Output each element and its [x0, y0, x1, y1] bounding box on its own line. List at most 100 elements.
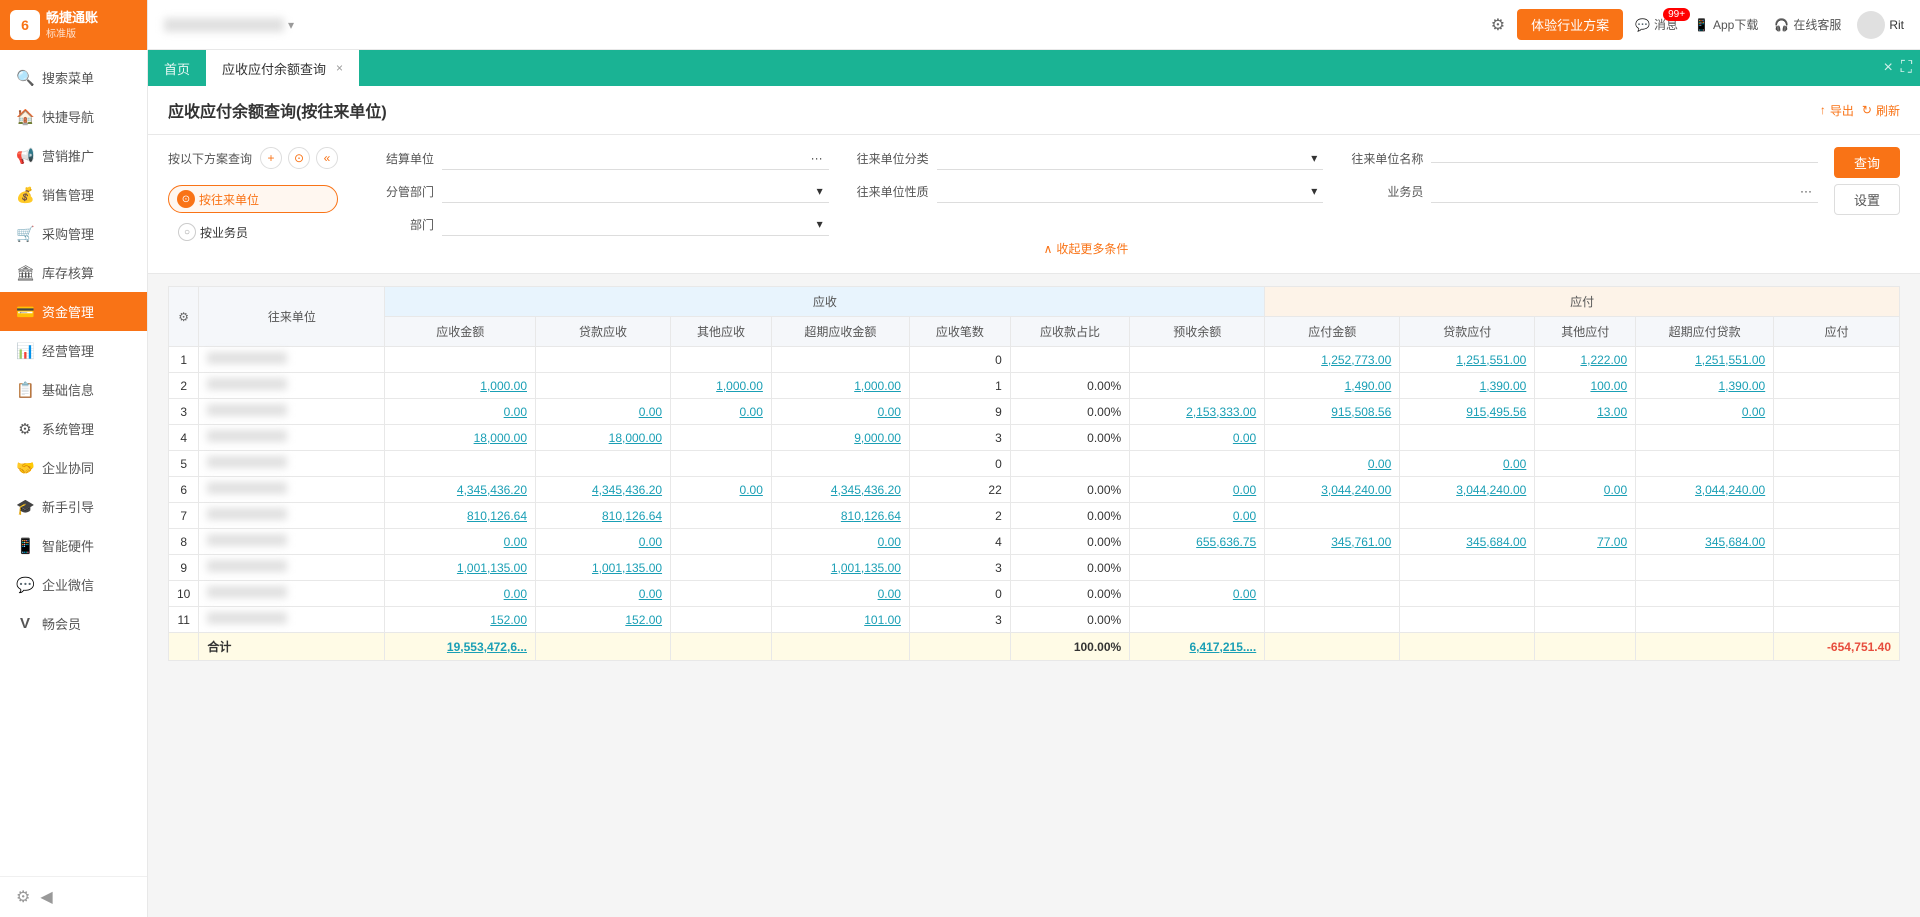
- sidebar-item-search[interactable]: 🔍 搜索菜单: [0, 58, 147, 97]
- sidebar-item-weixin[interactable]: 💬 企业微信: [0, 565, 147, 604]
- cell-yingshou_chaoqi[interactable]: 0.00: [771, 581, 909, 607]
- sidebar-item-capital[interactable]: 💳 资金管理: [0, 292, 147, 331]
- sidebar-item-marketing[interactable]: 📢 营销推广: [0, 136, 147, 175]
- online-service-button[interactable]: 🎧 在线客服: [1774, 16, 1841, 33]
- cell-yushou_yue[interactable]: 655,636.75: [1130, 529, 1265, 555]
- cell-yingshou_chaoqi[interactable]: 810,126.64: [771, 503, 909, 529]
- cell-yingshou_chaoqi[interactable]: 9,000.00: [771, 425, 909, 451]
- tab-current[interactable]: 应收应付余额查询 ×: [206, 50, 359, 86]
- gear-icon[interactable]: ⚙: [1491, 15, 1505, 35]
- sidebar-item-quicknav[interactable]: 🏠 快捷导航: [0, 97, 147, 136]
- cell-yingfu_qita[interactable]: 100.00: [1535, 373, 1636, 399]
- cell-yingshou_daikuan[interactable]: 0.00: [536, 581, 671, 607]
- cell-yingfu_daikuan[interactable]: 345,684.00: [1400, 529, 1535, 555]
- cell-yingfu_daikuan[interactable]: 0.00: [1400, 451, 1535, 477]
- sidebar-item-system[interactable]: ⚙ 系统管理: [0, 409, 147, 448]
- cell-yingfu_je[interactable]: 1,490.00: [1265, 373, 1400, 399]
- cell-yingshou_daikuan[interactable]: 4,345,436.20: [536, 477, 671, 503]
- cell-yingfu_daikuan[interactable]: 1,251,551.00: [1400, 347, 1535, 373]
- cell-yingfu_daikuan[interactable]: 915,495.56: [1400, 399, 1535, 425]
- cell-yingfu_je[interactable]: 915,508.56: [1265, 399, 1400, 425]
- cell-yingshou_chaoqi[interactable]: 0.00: [771, 529, 909, 555]
- breadcrumb-dropdown-icon[interactable]: ▾: [288, 18, 294, 32]
- cell-yingshou_chaoqi[interactable]: 1,000.00: [771, 373, 909, 399]
- filter-option-wanglai[interactable]: ⊙ 按往来单位: [168, 185, 338, 213]
- sidebar-item-sales[interactable]: 💰 销售管理: [0, 175, 147, 214]
- cell-yingshou_je[interactable]: 4,345,436.20: [385, 477, 536, 503]
- cell-yingfu_je[interactable]: 1,252,773.00: [1265, 347, 1400, 373]
- message-button[interactable]: 💬 消息 99+: [1635, 16, 1678, 33]
- cell-yingfu_je[interactable]: 345,761.00: [1265, 529, 1400, 555]
- tab-home[interactable]: 首页: [148, 50, 206, 86]
- cell-yingshou_je[interactable]: 18,000.00: [385, 425, 536, 451]
- cell-yingshou_qita[interactable]: 1,000.00: [671, 373, 772, 399]
- cell-yingfu_chaoqi[interactable]: 1,390.00: [1636, 373, 1774, 399]
- sidebar-item-vip[interactable]: V 畅会员: [0, 604, 147, 643]
- window-max-icon[interactable]: ⛶: [1901, 59, 1912, 77]
- cell-yushou_yue[interactable]: 0.00: [1130, 581, 1265, 607]
- cell-yingfu_qita[interactable]: 0.00: [1535, 477, 1636, 503]
- cell-yingfu_chaoqi[interactable]: 0.00: [1636, 399, 1774, 425]
- cell-yingfu_qita[interactable]: 77.00: [1535, 529, 1636, 555]
- sidebar-collapse-icon[interactable]: ◀: [40, 887, 52, 907]
- cell-yushou_yue[interactable]: 0.00: [1130, 477, 1265, 503]
- fenguan-input[interactable]: ▾: [442, 180, 829, 203]
- cell-yingshou_je[interactable]: 0.00: [385, 581, 536, 607]
- cell-yingshou_chaoqi[interactable]: 101.00: [771, 607, 909, 633]
- solution-button[interactable]: 体验行业方案: [1517, 9, 1623, 40]
- th-gear[interactable]: ⚙: [169, 287, 199, 347]
- scheme-settings-button[interactable]: ⊙: [288, 147, 310, 169]
- sidebar-item-guide[interactable]: 🎓 新手引导: [0, 487, 147, 526]
- sidebar-settings-icon[interactable]: ⚙: [16, 887, 30, 907]
- sidebar-item-collab[interactable]: 🤝 企业协同: [0, 448, 147, 487]
- refresh-button[interactable]: ↻ 刷新: [1862, 102, 1900, 119]
- add-scheme-button[interactable]: +: [260, 147, 282, 169]
- jiesuan-input[interactable]: ···: [442, 147, 829, 170]
- cell-yingfu_chaoqi[interactable]: 345,684.00: [1636, 529, 1774, 555]
- table-gear-icon[interactable]: ⚙: [178, 310, 189, 324]
- cell-yingshou_daikuan[interactable]: 1,001,135.00: [536, 555, 671, 581]
- wanglai-type-input[interactable]: ▾: [937, 147, 1324, 170]
- window-close-icon[interactable]: ×: [1883, 59, 1892, 77]
- cell-yingfu_chaoqi[interactable]: 1,251,551.00: [1636, 347, 1774, 373]
- cell-yingfu_daikuan[interactable]: 1,390.00: [1400, 373, 1535, 399]
- cell-yingshou_daikuan[interactable]: 18,000.00: [536, 425, 671, 451]
- cell-yingshou_chaoqi[interactable]: 0.00: [771, 399, 909, 425]
- wanglai-name-input[interactable]: [1431, 154, 1818, 163]
- tab-close-icon[interactable]: ×: [336, 61, 343, 75]
- cell-yushou_yue[interactable]: 2,153,333.00: [1130, 399, 1265, 425]
- filter-option-yewuyuan[interactable]: ○ 按业务员: [168, 219, 338, 245]
- cell-yingshou_je[interactable]: 810,126.64: [385, 503, 536, 529]
- app-download-button[interactable]: 📱 App下载: [1694, 16, 1758, 33]
- cell-yingshou_chaoqi[interactable]: 1,001,135.00: [771, 555, 909, 581]
- yewuyuan-input[interactable]: ···: [1431, 180, 1818, 203]
- collapse-conditions-button[interactable]: ∧ 收起更多条件: [354, 236, 1818, 261]
- cell-yingshou_je[interactable]: 1,000.00: [385, 373, 536, 399]
- setting-button[interactable]: 设置: [1834, 184, 1900, 215]
- bumen-input[interactable]: ▾: [442, 213, 829, 236]
- cell-yingshou_chaoqi[interactable]: 4,345,436.20: [771, 477, 909, 503]
- cell-yingshou_daikuan[interactable]: 0.00: [536, 399, 671, 425]
- export-button[interactable]: ↑ 导出: [1820, 102, 1854, 119]
- cell-yingshou_je[interactable]: 0.00: [385, 399, 536, 425]
- query-button[interactable]: 查询: [1834, 147, 1900, 178]
- sidebar-item-basic[interactable]: 📋 基础信息: [0, 370, 147, 409]
- cell-yingshou_qita[interactable]: 0.00: [671, 477, 772, 503]
- cell-yingshou_je[interactable]: 0.00: [385, 529, 536, 555]
- cell-yingshou_daikuan[interactable]: 810,126.64: [536, 503, 671, 529]
- sidebar-item-hardware[interactable]: 📱 智能硬件: [0, 526, 147, 565]
- user-info[interactable]: Rit: [1857, 11, 1904, 39]
- cell-yingfu_qita[interactable]: 1,222.00: [1535, 347, 1636, 373]
- cell-yushou_yue[interactable]: 0.00: [1130, 503, 1265, 529]
- cell-yingfu_qita[interactable]: 13.00: [1535, 399, 1636, 425]
- cell-yingfu_daikuan[interactable]: 3,044,240.00: [1400, 477, 1535, 503]
- sidebar-item-inventory[interactable]: 🏛 库存核算: [0, 253, 147, 292]
- wanglai-xingzhi-input[interactable]: ▾: [937, 180, 1324, 203]
- cell-yingfu_chaoqi[interactable]: 3,044,240.00: [1636, 477, 1774, 503]
- cell-yingfu_je[interactable]: 3,044,240.00: [1265, 477, 1400, 503]
- cell-yingshou_je[interactable]: 1,001,135.00: [385, 555, 536, 581]
- cell-yingshou_daikuan[interactable]: 0.00: [536, 529, 671, 555]
- cell-yushou_yue[interactable]: 0.00: [1130, 425, 1265, 451]
- sidebar-item-purchase[interactable]: 🛒 采购管理: [0, 214, 147, 253]
- scheme-collapse-button[interactable]: «: [316, 147, 338, 169]
